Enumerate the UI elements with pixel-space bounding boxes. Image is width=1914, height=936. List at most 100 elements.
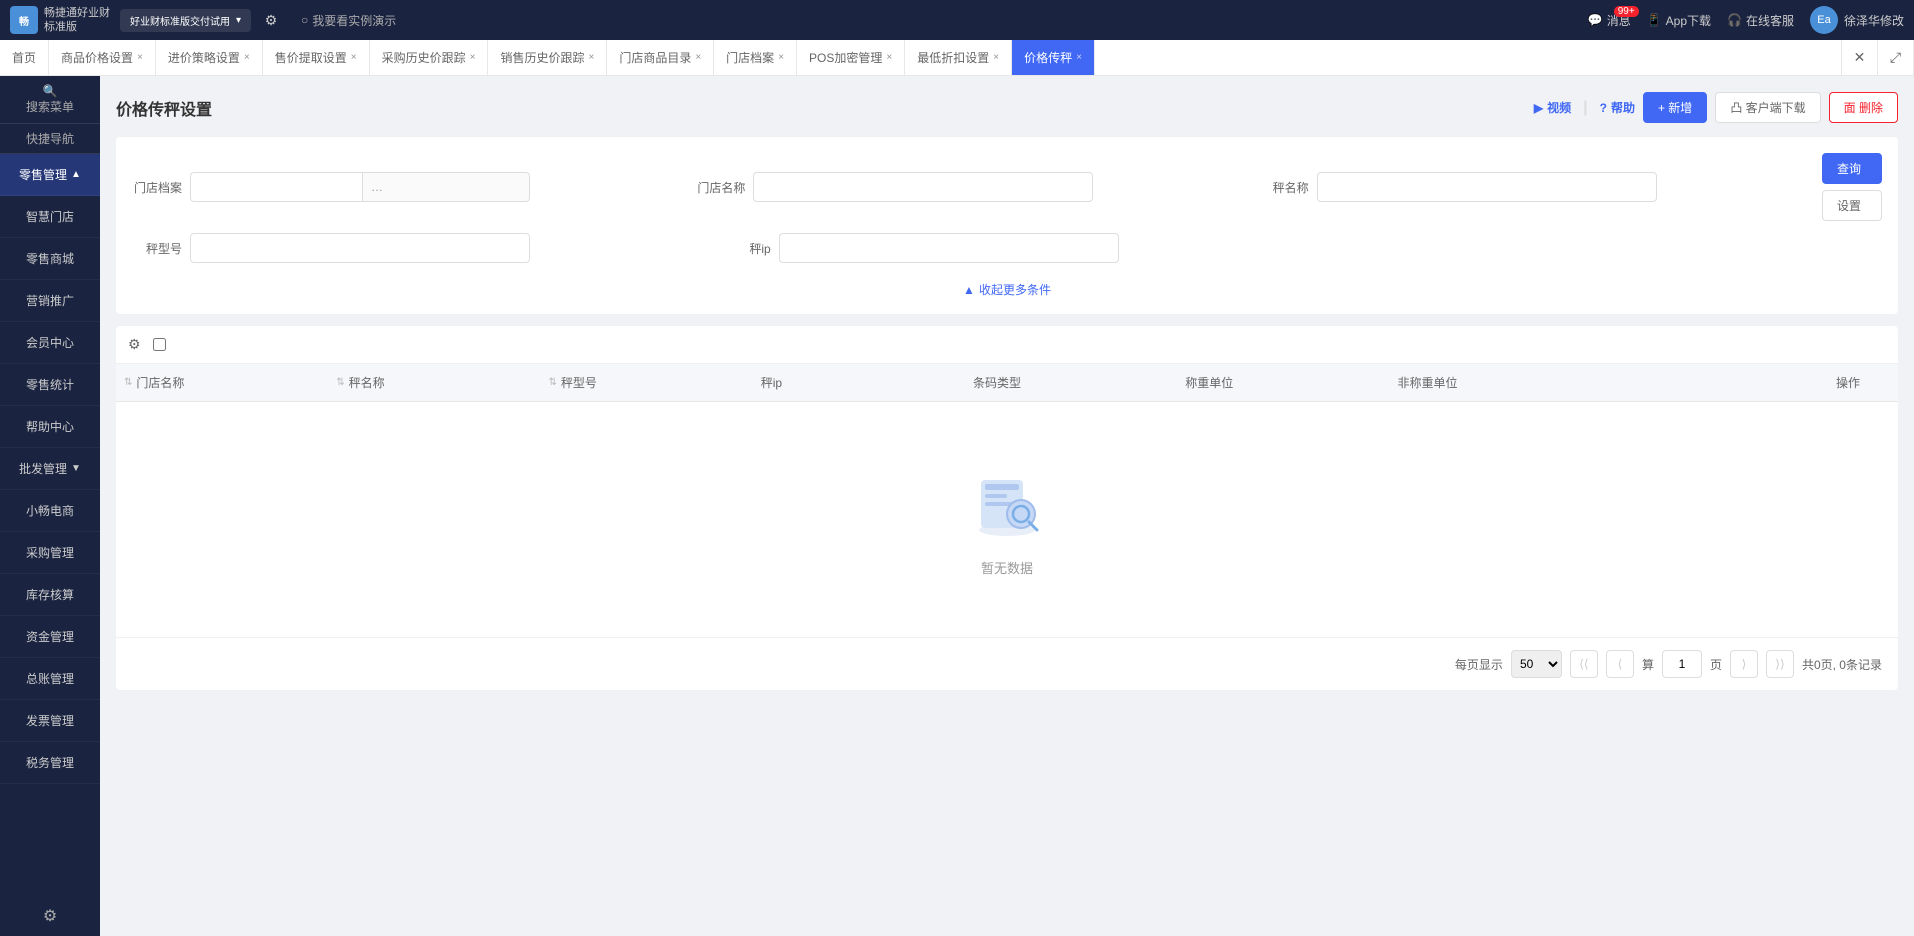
tab-price-transfer[interactable]: 价格传秤 ×	[1012, 40, 1095, 75]
download-client-button[interactable]: 凸 客户端下载	[1715, 92, 1820, 123]
sidebar-item-inventory[interactable]: 库存核算	[0, 574, 100, 616]
sidebar-bottom-settings[interactable]: ⚙	[33, 896, 67, 936]
pagination-next[interactable]: ⟩	[1730, 650, 1758, 678]
sidebar-item-marketing[interactable]: 营销推广	[0, 280, 100, 322]
ecommerce-label: 小畅电商	[26, 502, 74, 519]
store-file-picker-btn[interactable]: …	[363, 172, 530, 202]
sidebar-item-finance[interactable]: 资金管理	[0, 616, 100, 658]
invoice-label: 发票管理	[26, 712, 74, 729]
sidebar-item-retail-stats[interactable]: 零售统计	[0, 364, 100, 406]
tab-home[interactable]: 首页	[0, 40, 49, 75]
tab-purchase-history[interactable]: 采购历史价跟踪 ×	[370, 40, 489, 75]
tab-store-archive[interactable]: 门店档案 ×	[714, 40, 797, 75]
tab-min-discount[interactable]: 最低折扣设置 ×	[905, 40, 1012, 75]
sidebar: 🔍 搜索菜单 快捷导航 零售管理 ▲ 智慧门店 零售商城 营销推广 会员中心 零…	[0, 76, 100, 936]
th-barcode-label: 条码类型	[973, 374, 1021, 391]
content-area: 价格传秤设置 ▶ 视频 | ? 帮助 + 新增 凸 客户端下载 面 删除	[100, 76, 1914, 936]
scale-ip-input[interactable]	[779, 233, 1119, 263]
scale-name-label: 秤名称	[1259, 179, 1309, 196]
demo-link[interactable]: ○ 我要看实例演示	[301, 12, 396, 29]
close-tab-price-transfer[interactable]: ×	[1076, 52, 1082, 63]
sidebar-search[interactable]: 🔍 搜索菜单	[0, 76, 100, 124]
store-file-input[interactable]	[190, 172, 363, 202]
tab-product-price[interactable]: 商品价格设置 ×	[49, 40, 156, 75]
sidebar-item-member[interactable]: 会员中心	[0, 322, 100, 364]
set-button[interactable]: 设置	[1822, 190, 1882, 221]
scale-model-input[interactable]	[190, 233, 530, 263]
th-ip-label: 秤ip	[761, 374, 782, 391]
service-label: 在线客服	[1746, 12, 1794, 29]
member-label: 会员中心	[26, 334, 74, 351]
sort-icon-store[interactable]: ⇅	[124, 377, 132, 388]
close-tab-product-price[interactable]: ×	[137, 52, 143, 63]
close-tab-pos-encrypt[interactable]: ×	[886, 52, 892, 63]
retail-stats-label: 零售统计	[26, 376, 74, 393]
store-name-input[interactable]	[753, 172, 1093, 202]
store-file-input-wrapper: …	[190, 172, 530, 202]
sidebar-item-smart-store[interactable]: 智慧门店	[0, 196, 100, 238]
sidebar-item-retail-mall[interactable]: 零售商城	[0, 238, 100, 280]
sidebar-item-tax[interactable]: 税务管理	[0, 742, 100, 784]
pagination-prev[interactable]: ⟨	[1606, 650, 1634, 678]
close-tab-store-archive[interactable]: ×	[778, 52, 784, 63]
sort-icon-scalename[interactable]: ⇅	[336, 377, 344, 388]
help-link[interactable]: ? 帮助	[1600, 99, 1635, 116]
collapse-button[interactable]: ▲ 收起更多条件	[963, 275, 1051, 298]
video-link[interactable]: ▶ 视频	[1534, 99, 1571, 116]
query-button[interactable]: 查询	[1822, 153, 1882, 184]
tab-sale-extract[interactable]: 售价提取设置 ×	[263, 40, 370, 75]
scale-name-input[interactable]	[1317, 172, 1657, 202]
store-file-label: 门店档案	[132, 179, 182, 196]
sidebar-item-purchase[interactable]: 采购管理	[0, 532, 100, 574]
sort-icon-model[interactable]: ⇅	[549, 377, 557, 388]
tax-label: 税务管理	[26, 754, 74, 771]
wholesale-label: 批发管理	[19, 460, 67, 477]
user-menu[interactable]: Ea 徐泽华修改	[1810, 6, 1904, 34]
sidebar-item-ledger[interactable]: 总账管理	[0, 658, 100, 700]
close-tab-min-discount[interactable]: ×	[993, 52, 999, 63]
pagination-page-input[interactable]	[1662, 650, 1702, 678]
sidebar-item-ecommerce[interactable]: 小畅电商	[0, 490, 100, 532]
tab-sale-history[interactable]: 销售历史价跟踪 ×	[488, 40, 607, 75]
service-icon: 🎧	[1727, 13, 1742, 27]
close-tab-sale-history[interactable]: ×	[588, 52, 594, 63]
per-page-select[interactable]: 50 10 20 100	[1511, 650, 1562, 678]
pagination: 每页显示 50 10 20 100 ⟨⟨ ⟨ 算 页 ⟩ ⟩⟩ 共0页, 0条记…	[116, 637, 1898, 690]
scale-ip-label: 秤ip	[721, 240, 771, 257]
tab-pos-encrypt[interactable]: POS加密管理 ×	[797, 40, 905, 75]
close-tab-sale-extract[interactable]: ×	[351, 52, 357, 63]
th-weight-label: 称重单位	[1185, 374, 1233, 391]
pagination-last[interactable]: ⟩⟩	[1766, 650, 1794, 678]
sidebar-item-invoice[interactable]: 发票管理	[0, 700, 100, 742]
close-tab-purchase-strategy[interactable]: ×	[244, 52, 250, 63]
purchase-label: 采购管理	[26, 544, 74, 561]
pagination-first[interactable]: ⟨⟨	[1570, 650, 1598, 678]
sidebar-item-wholesale[interactable]: 批发管理 ▼	[0, 448, 100, 490]
sidebar-item-retail[interactable]: 零售管理 ▲	[0, 154, 100, 196]
ledger-label: 总账管理	[26, 670, 74, 687]
online-service-button[interactable]: 🎧 在线客服	[1727, 12, 1794, 29]
th-nonweight-unit: 非称重单位	[1390, 364, 1799, 401]
messages-button[interactable]: 💬 消息 99+	[1588, 12, 1631, 29]
sidebar-quicknav[interactable]: 快捷导航	[0, 124, 100, 154]
tab-purchase-strategy[interactable]: 进价策略设置 ×	[156, 40, 263, 75]
close-tab-store-catalog[interactable]: ×	[695, 52, 701, 63]
collapse-up-icon: ▲	[963, 283, 975, 297]
th-scale-ip: 秤ip	[753, 364, 965, 401]
tab-store-catalog[interactable]: 门店商品目录 ×	[607, 40, 714, 75]
app-download-label: App下载	[1666, 12, 1711, 29]
app-download-button[interactable]: 📱 App下载	[1647, 12, 1711, 29]
close-all-tabs[interactable]: ✕	[1842, 40, 1878, 76]
topbar-settings-icon[interactable]: ⚙	[257, 6, 285, 34]
close-tab-purchase-history[interactable]: ×	[470, 52, 476, 63]
delete-button[interactable]: 面 删除	[1829, 92, 1898, 123]
tab-price-transfer-label: 价格传秤	[1024, 49, 1072, 66]
maximize-tab[interactable]: ⤢	[1878, 40, 1914, 76]
add-button[interactable]: + 新增	[1643, 92, 1707, 123]
table-settings-icon[interactable]: ⚙	[128, 336, 141, 353]
version-selector[interactable]: 好业财标准版交付试用 ▾	[120, 9, 251, 32]
select-all-checkbox[interactable]	[153, 338, 166, 351]
page-title-text: 价格传秤设置	[116, 96, 212, 120]
sidebar-item-help[interactable]: 帮助中心	[0, 406, 100, 448]
message-badge: 99+	[1614, 6, 1639, 17]
